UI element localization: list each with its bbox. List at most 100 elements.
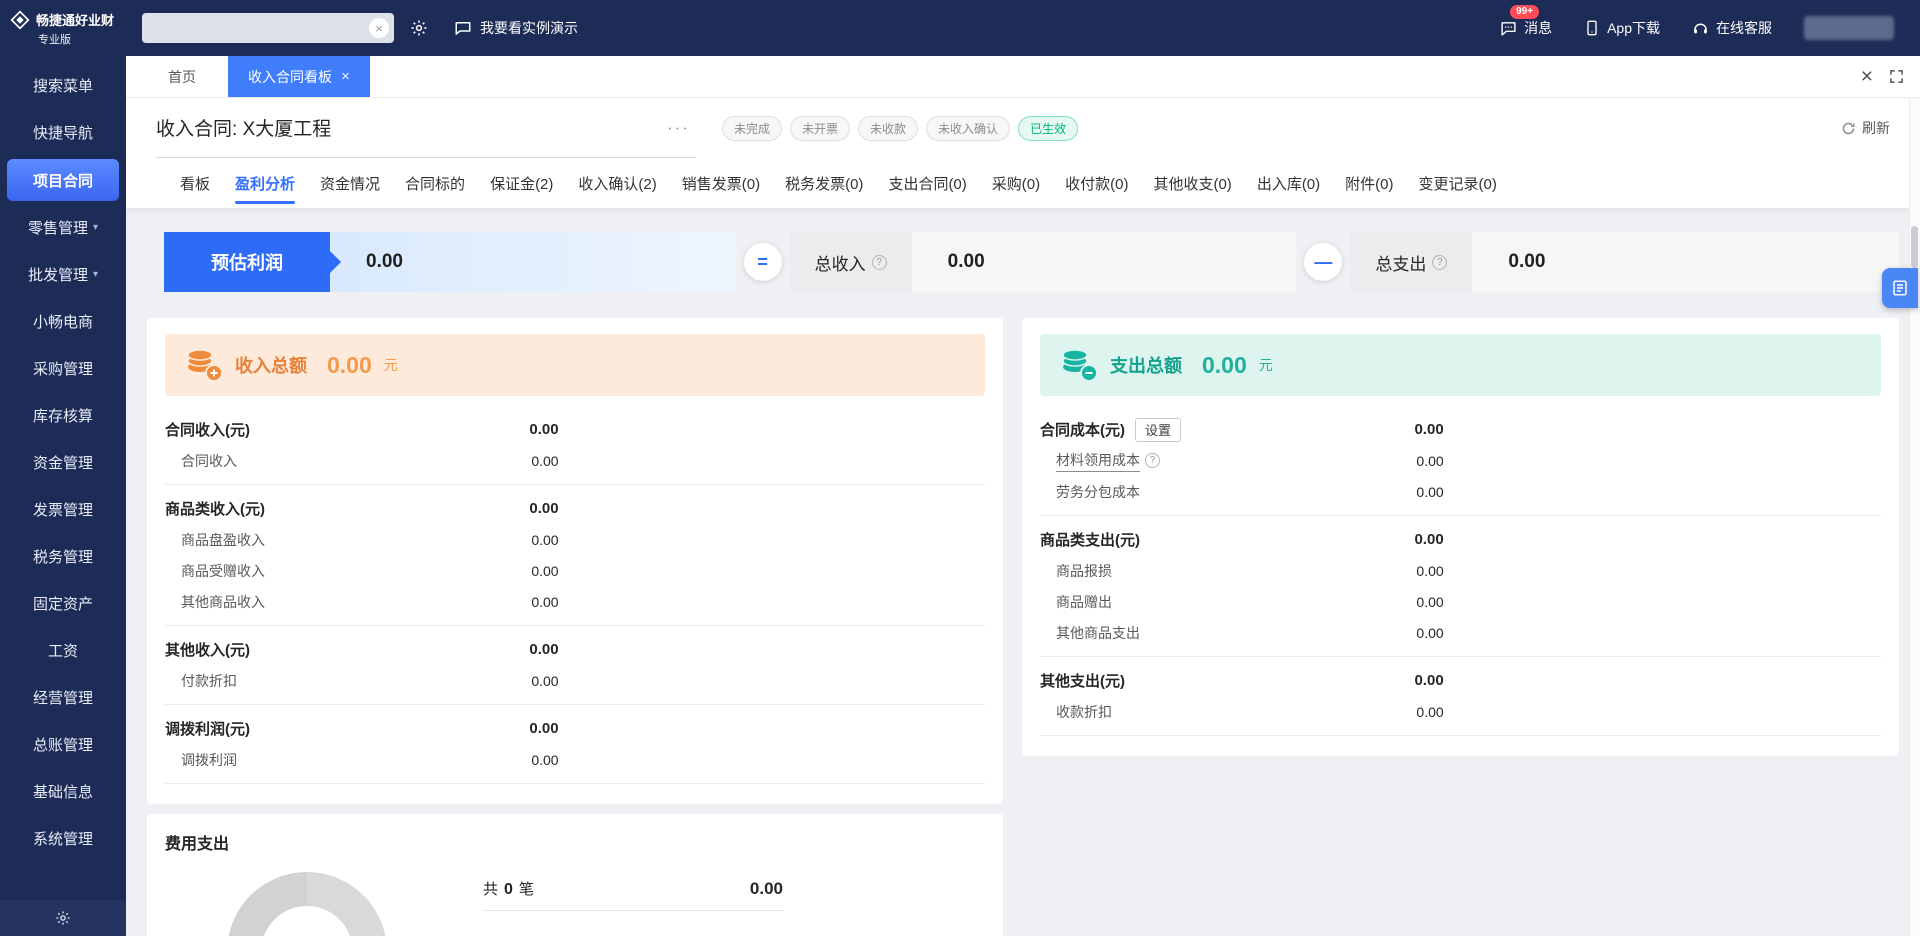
sidebar-item[interactable]: 税务管理 ▾ — [0, 533, 126, 580]
refresh-button[interactable]: 刷新 — [1841, 118, 1890, 138]
user-name-redacted[interactable] — [1804, 16, 1894, 40]
subtab[interactable]: 附件(0) — [1345, 158, 1393, 208]
messages-button[interactable]: 99+ 消息 — [1500, 5, 1553, 38]
income-detail-row: 付款折扣 0.00 — [181, 672, 559, 689]
total-income-label-block: 总收入 ? — [789, 232, 912, 292]
sidebar-item[interactable]: 工资 ▾ — [0, 627, 126, 674]
income-card-header: 收入总额 0.00 元 — [165, 334, 985, 396]
subtab[interactable]: 看板 — [180, 158, 210, 208]
sidebar-item[interactable]: 搜索菜单 ▾ — [0, 62, 126, 109]
subtab[interactable]: 收付款(0) — [1065, 158, 1128, 208]
subtab-label: 盈利分析 — [235, 175, 296, 193]
sidebar-item-label: 零售管理 — [27, 220, 88, 237]
status-badge: 未开票 — [790, 115, 851, 141]
expense-group-header-row: 其他支出(元) 0.00 — [1040, 672, 1444, 690]
message-bubble-icon — [1501, 21, 1516, 36]
subtab[interactable]: 销售发票(0) — [682, 158, 760, 208]
sidebar-item[interactable]: 快捷导航 ▾ — [0, 109, 126, 156]
expense-total-value: 0.00 — [1202, 351, 1247, 378]
status-badge: 未收款 — [858, 115, 919, 141]
subtab[interactable]: 盈利分析 — [235, 158, 296, 208]
minus-icon: — — [1304, 243, 1343, 281]
more-actions-button[interactable]: ··· — [667, 118, 690, 138]
subtab[interactable]: 合同标的 — [405, 158, 465, 208]
tab[interactable]: 收入合同看板 × — [228, 56, 370, 97]
sidebar-item[interactable]: 库存核算 ▾ — [0, 392, 126, 439]
income-detail-row: 其他商品收入 0.00 — [181, 593, 559, 610]
contract-title-field[interactable]: 收入合同: X大厦工程 ··· — [156, 98, 696, 158]
gear-icon[interactable] — [55, 910, 71, 926]
clear-icon[interactable]: × — [369, 18, 389, 38]
sidebar-item[interactable]: 批发管理 ▾ — [0, 251, 126, 298]
online-service-button[interactable]: 在线客服 — [1692, 18, 1772, 38]
sidebar-item[interactable]: 总账管理 ▾ — [0, 721, 126, 768]
income-detail-row: 调拨利润 0.00 — [181, 751, 559, 768]
subtab[interactable]: 变更记录(0) — [1419, 158, 1497, 208]
sidebar-item[interactable]: 采购管理 ▾ — [0, 345, 126, 392]
tab-bar: 首页 × 收入合同看板 × × — [126, 56, 1920, 98]
sidebar-footer — [0, 900, 126, 936]
tab-label: 收入合同看板 — [248, 68, 332, 85]
expense-detail-row: 劳务分包成本 ? 0.00 — [1056, 483, 1444, 500]
tab-label: 首页 — [168, 68, 196, 85]
sidebar-item-label: 系统管理 — [32, 831, 93, 848]
sidebar-item[interactable]: 系统管理 ▾ — [0, 815, 126, 862]
fee-donut-chart — [227, 872, 387, 936]
fullscreen-icon[interactable] — [1889, 69, 1904, 84]
sidebar-item[interactable]: 固定资产 ▾ — [0, 580, 126, 627]
demo-link[interactable]: 我要看实例演示 — [454, 18, 578, 38]
sidebar-item[interactable]: 发票管理 ▾ — [0, 486, 126, 533]
subtab-label: 出入库(0) — [1256, 175, 1321, 193]
app-download-label: App下载 — [1607, 20, 1660, 36]
refresh-label: 刷新 — [1862, 120, 1890, 136]
subtab[interactable]: 出入库(0) — [1257, 158, 1320, 208]
sidebar-item-label: 批发管理 — [27, 267, 88, 284]
sidebar-item-label: 库存核算 — [32, 408, 93, 425]
help-icon[interactable]: ? — [1432, 254, 1448, 270]
income-summary-card: 收入总额 0.00 元 合同收入(元) 0.00 合同收入 0.00 商品类收入… — [147, 318, 1003, 804]
subtab[interactable]: 其他收支(0) — [1153, 158, 1231, 208]
sidebar-item[interactable]: 资金管理 ▾ — [0, 439, 126, 486]
subtab[interactable]: 采购(0) — [992, 158, 1040, 208]
scrollbar-thumb[interactable] — [1911, 226, 1918, 268]
subtab[interactable]: 保证金(2) — [490, 158, 553, 208]
tab[interactable]: 首页 × — [152, 56, 212, 97]
sidebar-item[interactable]: 基础信息 ▾ — [0, 768, 126, 815]
close-icon[interactable]: × — [1861, 66, 1873, 87]
chevron-down-icon: ▾ — [92, 269, 99, 280]
help-icon[interactable]: ? — [1145, 453, 1160, 468]
subtab[interactable]: 支出合同(0) — [888, 158, 966, 208]
sidebar-item-label: 总账管理 — [32, 737, 93, 754]
messages-label: 消息 — [1524, 20, 1553, 36]
income-group-header-row: 商品类收入(元) 0.00 — [165, 500, 559, 518]
sidebar-item[interactable]: 项目合同 ▾ — [7, 159, 119, 201]
scrollbar-track[interactable] — [1909, 98, 1920, 936]
quick-form-widget[interactable] — [1882, 268, 1918, 308]
profit-summary-banner: 预估利润 0.00 = 总收入 ? 0.00 — 总支出 ? 0.00 — [164, 232, 1899, 292]
income-total-unit: 元 — [383, 357, 398, 373]
equals-icon: = — [743, 243, 782, 281]
total-expense-label-block: 总支出 ? — [1350, 232, 1473, 292]
speech-bubble-icon — [455, 22, 471, 35]
subtab[interactable]: 收入确认(2) — [578, 158, 656, 208]
status-badge: 未收入确认 — [926, 115, 1011, 141]
settings-gear-icon[interactable] — [410, 19, 428, 37]
online-service-label: 在线客服 — [1716, 20, 1772, 36]
subtab-label: 附件(0) — [1345, 175, 1394, 193]
app-logo: 畅捷通好业财 专业版 — [0, 9, 126, 47]
sidebar-item-label: 税务管理 — [32, 549, 93, 566]
sidebar-item[interactable]: 经营管理 ▾ — [0, 674, 126, 721]
subtab[interactable]: 资金情况 — [320, 158, 380, 208]
dashboard-content: 预估利润 0.00 = 总收入 ? 0.00 — 总支出 ? 0.00 收入总额… — [126, 208, 1920, 936]
settings-button[interactable]: 设置 — [1135, 417, 1182, 442]
sidebar-item[interactable]: 小畅电商 ▾ — [0, 298, 126, 345]
app-download-button[interactable]: App下载 — [1584, 18, 1660, 38]
subtab-label: 采购(0) — [991, 175, 1041, 193]
tab-close-icon[interactable]: × — [341, 68, 350, 85]
sidebar-item[interactable]: 零售管理 ▾ — [0, 204, 126, 251]
search-box-redacted[interactable]: × — [142, 13, 394, 43]
income-group: 调拨利润(元) 0.00 调拨利润 0.00 — [165, 709, 985, 784]
subtab[interactable]: 税务发票(0) — [785, 158, 863, 208]
estimated-profit-button[interactable]: 预估利润 — [164, 232, 330, 292]
help-icon[interactable]: ? — [871, 254, 887, 270]
